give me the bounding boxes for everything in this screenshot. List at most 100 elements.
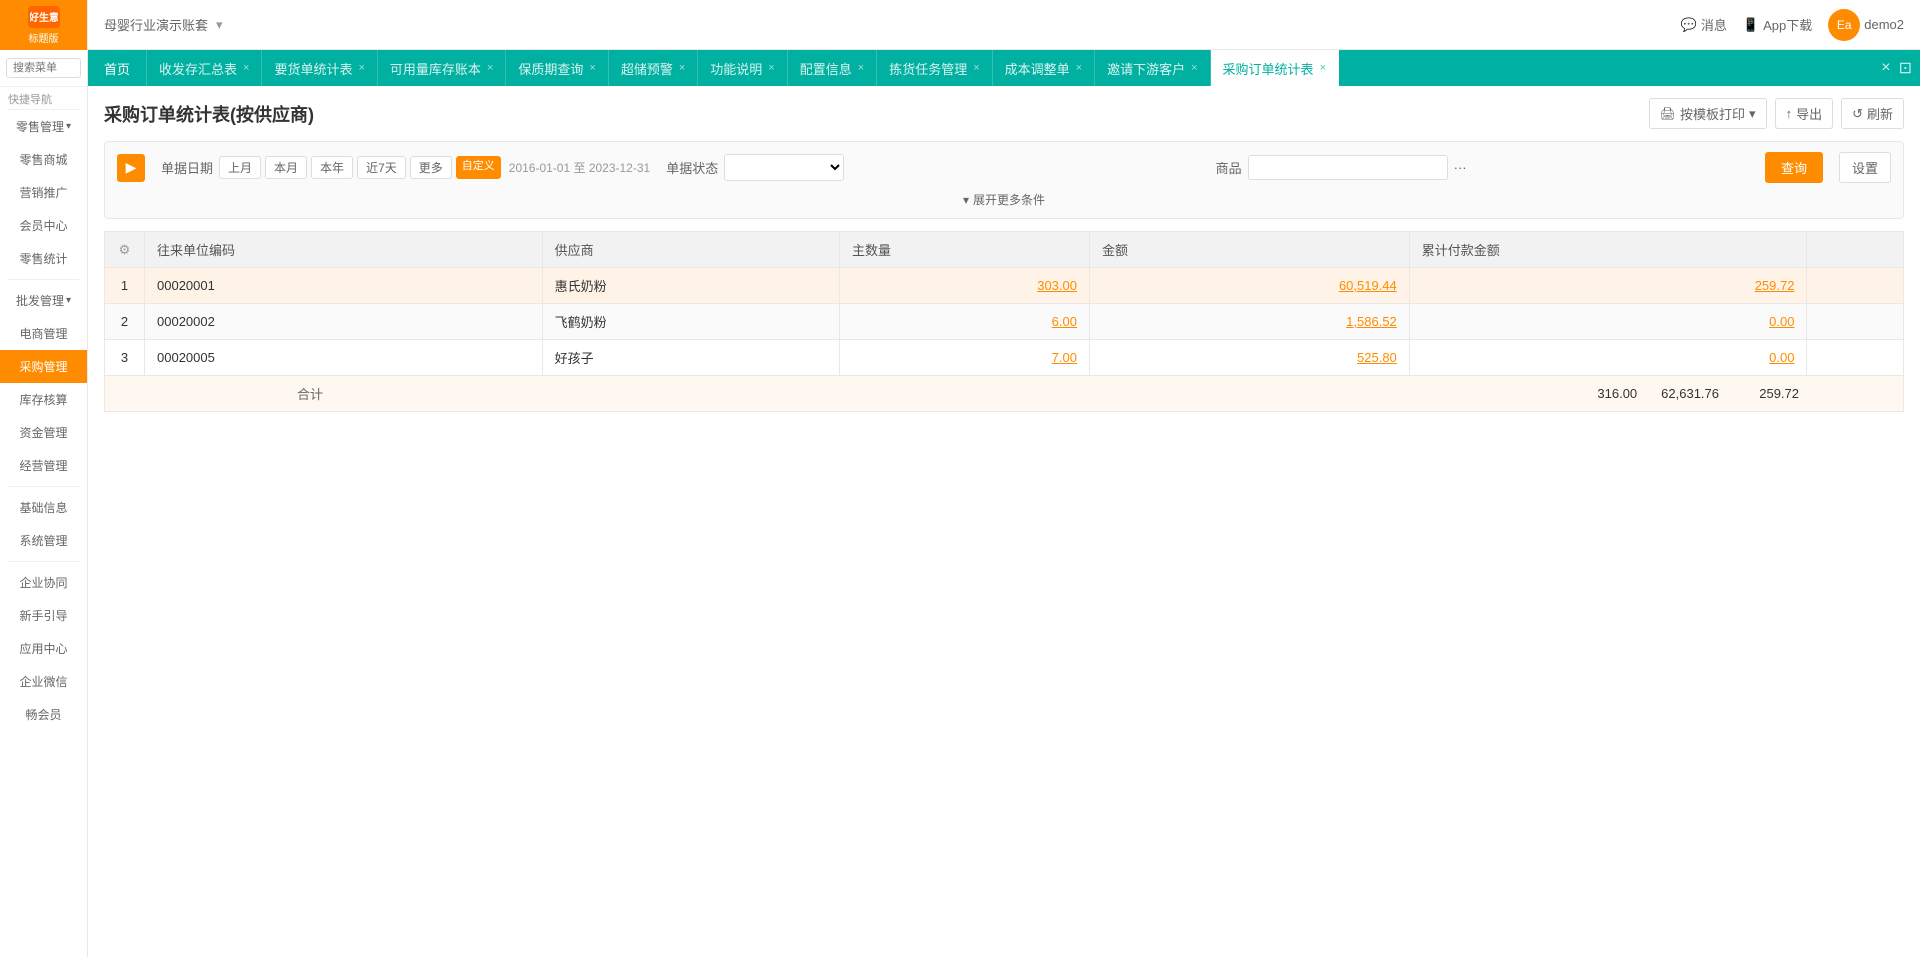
filter-product-group: 商品 ··· (1216, 155, 1749, 180)
tab-close-function-desc[interactable]: × (768, 62, 774, 74)
table-row[interactable]: 1 00020001 惠氏奶粉 303.00 60,519.44 259.72 (105, 268, 1904, 304)
row-amount-3[interactable]: 525.80 (1089, 340, 1409, 376)
sidebar-item-newbie[interactable]: 新手引导 (0, 599, 87, 632)
tabbar-close-button[interactable]: × (1881, 59, 1890, 77)
table-header-settings[interactable]: ⚙ (105, 232, 145, 268)
tabbar-expand-button[interactable]: ⊡ (1899, 58, 1912, 78)
tab-cost-adjust[interactable]: 成本调整单 × (993, 50, 1095, 86)
sidebar-item-enterprise-wechat[interactable]: 企业微信 (0, 665, 87, 698)
table-header-quantity: 主数量 (839, 232, 1089, 268)
footer-label: 合计 (117, 384, 1569, 403)
table-header-row: ⚙ 往来单位编码 供应商 主数量 金额 累计付款金额 (105, 232, 1904, 268)
user-profile-button[interactable]: Ea demo2 (1828, 9, 1904, 41)
table-header-code: 往来单位编码 (145, 232, 543, 268)
sidebar-item-retail-stats[interactable]: 零售统计 (0, 242, 87, 275)
tab-stock-account[interactable]: 可用量库存账本 × (378, 50, 506, 86)
tab-expiry-query[interactable]: 保质期查询 × (506, 50, 608, 86)
logo: 好生意 标题版 (0, 0, 87, 50)
tab-close-cost-adjust[interactable]: × (1076, 62, 1082, 74)
row-quantity-1[interactable]: 303.00 (839, 268, 1089, 304)
tabbar-end-controls: × ⊡ (1873, 58, 1920, 78)
sidebar-item-retail[interactable]: 零售管理 ▾ (0, 110, 87, 143)
row-quantity-3[interactable]: 7.00 (839, 340, 1089, 376)
workspace-dropdown-icon: ▾ (216, 17, 223, 33)
filter-btn-more-date[interactable]: 更多 (410, 156, 452, 179)
filter-btn-last-month[interactable]: 上月 (219, 156, 261, 179)
row-supplier-1: 惠氏奶粉 (542, 268, 839, 304)
sidebar-item-app-center[interactable]: 应用中心 (0, 632, 87, 665)
tab-function-desc[interactable]: 功能说明 × (698, 50, 787, 86)
tab-home[interactable]: 首页 (88, 50, 147, 86)
table-row[interactable]: 2 00020002 飞鹤奶粉 6.00 1,586.52 0.00 (105, 304, 1904, 340)
product-more-button[interactable]: ··· (1454, 160, 1467, 175)
product-filter-input[interactable] (1248, 155, 1448, 180)
sidebar-item-member[interactable]: 会员中心 (0, 209, 87, 242)
tab-close-order-summary[interactable]: × (358, 62, 364, 74)
expand-more-conditions-button[interactable]: ▾ 展开更多条件 (963, 191, 1045, 208)
table-row[interactable]: 3 00020005 好孩子 7.00 525.80 0.00 (105, 340, 1904, 376)
filter-btn-last-7-days[interactable]: 近7天 (357, 156, 406, 179)
tab-close-picking-task[interactable]: × (973, 62, 979, 74)
chevron-down-icon: ▾ (66, 121, 71, 132)
filter-btn-this-year[interactable]: 本年 (311, 156, 353, 179)
tab-invite-downstream[interactable]: 邀请下游客户 × (1095, 50, 1210, 86)
sidebar-search-input[interactable] (6, 58, 81, 78)
page-inner: 采购订单统计表(按供应商) 🖨 按模板打印 ▾ ↑ 导出 ↺ 刷新 (88, 86, 1920, 957)
row-paid-2[interactable]: 0.00 (1409, 304, 1807, 340)
tab-close-over-stock-warning[interactable]: × (679, 62, 685, 74)
tab-close-stock-account[interactable]: × (487, 62, 493, 74)
tab-over-stock-warning[interactable]: 超储预警 × (609, 50, 698, 86)
tab-purchase-summary[interactable]: 采购订单统计表 × (1211, 50, 1339, 86)
export-button[interactable]: ↑ 导出 (1775, 98, 1834, 129)
tabbar: 首页 收发存汇总表 × 要货单统计表 × 可用量库存账本 × 保质期查询 × 超… (88, 50, 1920, 86)
sidebar-item-retail-shop[interactable]: 零售商城 (0, 143, 87, 176)
date-range-display: 2016-01-01 至 2023-12-31 (509, 159, 650, 176)
tab-close-config-info[interactable]: × (858, 62, 864, 74)
row-paid-1[interactable]: 259.72 (1409, 268, 1807, 304)
sidebar-item-ecommerce[interactable]: 电商管理 (0, 317, 87, 350)
chevron-down-icon-print: ▾ (1749, 106, 1756, 122)
sidebar-item-system[interactable]: 系统管理 (0, 524, 87, 557)
tab-close-receive-summary[interactable]: × (243, 62, 249, 74)
app-download-icon: 📱 (1743, 17, 1759, 33)
settings-button[interactable]: 设置 (1839, 152, 1891, 183)
chevron-down-icon-expand: ▾ (963, 193, 969, 207)
template-print-button[interactable]: 🖨 按模板打印 ▾ (1649, 98, 1767, 129)
row-amount-2[interactable]: 1,586.52 (1089, 304, 1409, 340)
row-code-1: 00020001 (145, 268, 543, 304)
sidebar-item-wholesale[interactable]: 批发管理 ▾ (0, 284, 87, 317)
workspace-selector[interactable]: 母婴行业演示账套 ▾ (104, 15, 223, 34)
row-quantity-2[interactable]: 6.00 (839, 304, 1089, 340)
row-paid-3[interactable]: 0.00 (1409, 340, 1807, 376)
row-supplier-3: 好孩子 (542, 340, 839, 376)
avatar: Ea (1828, 9, 1860, 41)
tab-config-info[interactable]: 配置信息 × (788, 50, 877, 86)
sidebar-item-finance[interactable]: 资金管理 (0, 416, 87, 449)
sidebar-item-basic[interactable]: 基础信息 (0, 491, 87, 524)
app-download-button[interactable]: 📱 App下载 (1743, 15, 1812, 34)
query-button[interactable]: 查询 (1765, 152, 1823, 183)
filter-btn-this-month[interactable]: 本月 (265, 156, 307, 179)
tab-picking-task[interactable]: 拣货任务管理 × (877, 50, 992, 86)
tab-close-invite-downstream[interactable]: × (1191, 62, 1197, 74)
tab-close-expiry-query[interactable]: × (589, 62, 595, 74)
tab-order-summary[interactable]: 要货单统计表 × (262, 50, 377, 86)
status-select[interactable] (724, 154, 844, 181)
sidebar-item-purchase[interactable]: 采购管理 (0, 350, 87, 383)
sidebar-item-operation[interactable]: 经营管理 (0, 449, 87, 482)
tab-close-purchase-summary[interactable]: × (1320, 62, 1326, 74)
sidebar-item-inventory[interactable]: 库存核算 (0, 383, 87, 416)
row-amount-1[interactable]: 60,519.44 (1089, 268, 1409, 304)
footer-paid: 259.72 (1731, 386, 1811, 401)
footer-quantity: 316.00 (1569, 386, 1649, 401)
topbar-right: 💬 消息 📱 App下载 Ea demo2 (1681, 9, 1904, 41)
sidebar-item-vip[interactable]: 畅会员 (0, 698, 87, 731)
tab-receive-summary[interactable]: 收发存汇总表 × (147, 50, 262, 86)
sidebar-item-enterprise[interactable]: 企业协同 (0, 566, 87, 599)
filter-toggle-button[interactable]: ▶ (117, 154, 145, 182)
logo-icon: 好生意 (28, 6, 60, 28)
sidebar-item-marketing[interactable]: 营销推广 (0, 176, 87, 209)
settings-icon[interactable]: ⚙ (119, 242, 131, 257)
message-button[interactable]: 💬 消息 (1681, 15, 1727, 34)
refresh-button[interactable]: ↺ 刷新 (1841, 98, 1904, 129)
